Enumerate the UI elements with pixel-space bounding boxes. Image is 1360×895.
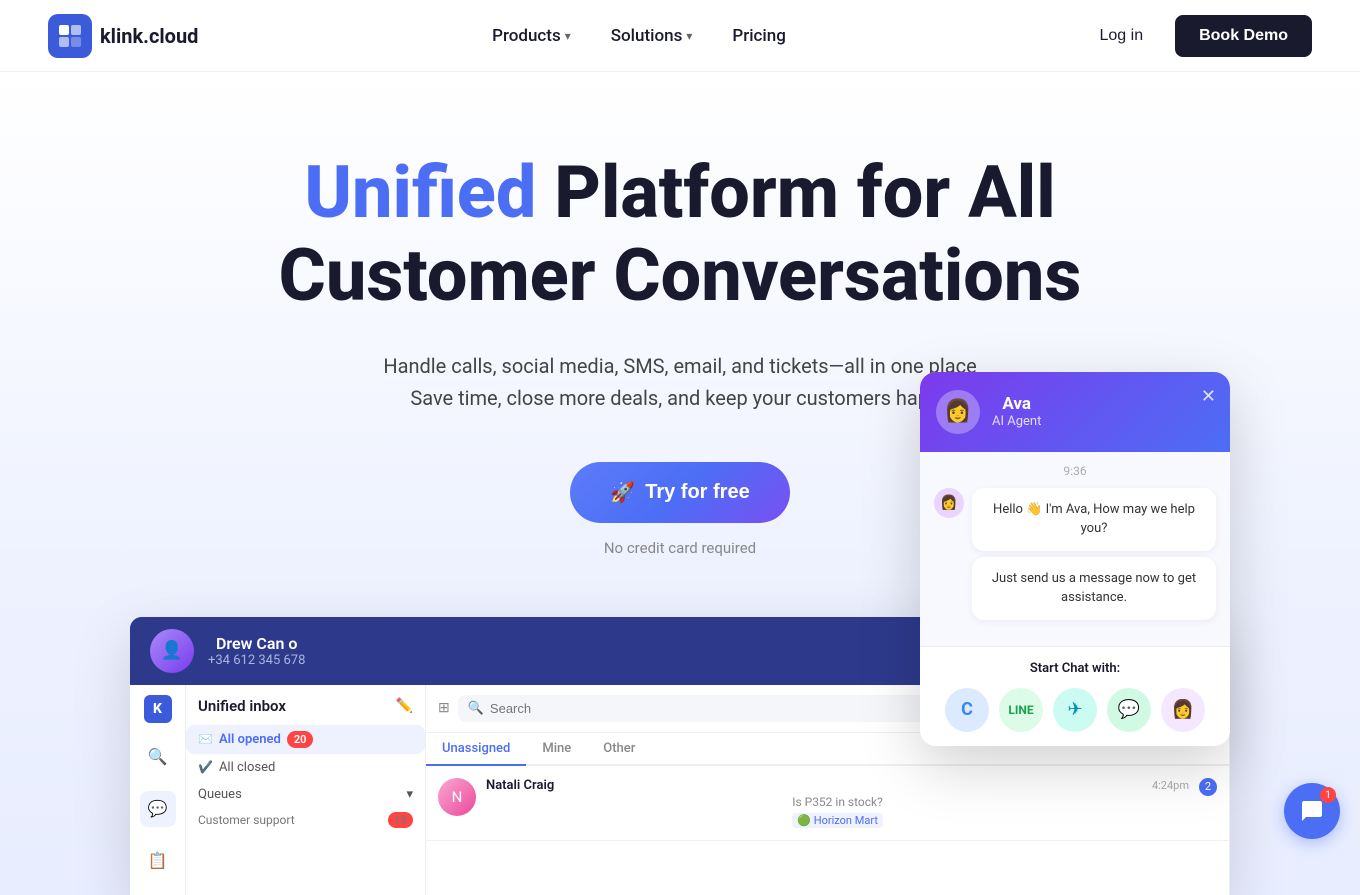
search-icon: 🔍 [468,701,484,716]
nav-center: Products ▾ Solutions ▾ Pricing [476,18,802,54]
chat-widget-header: 👩 Ava AI Agent ✕ [920,372,1230,452]
nav-solutions[interactable]: Solutions ▾ [595,18,709,54]
logo-link[interactable]: klink.cloud [48,14,198,58]
hero-sub-line2: Save time, close more deals, and keep yo… [410,386,949,410]
chat-time: 9:36 [934,464,1216,478]
sidebar-mini: K 🔍 💬 📋 [130,685,186,895]
caller-info: Drew Can o +34 612 345 678 [208,634,305,668]
navbar: klink.cloud Products ▾ Solutions ▾ Prici… [0,0,1360,72]
all-closed-label: All closed [219,760,275,775]
inbox-sidebar: Unified inbox ✏️ ✉️ All opened 20 ✔️ All… [186,685,426,895]
compose-icon[interactable]: ✏️ [396,698,413,714]
chat-msg-2: Just send us a message now to get assist… [972,557,1216,620]
chat-agent-avatar: 👩 [936,390,980,434]
login-button[interactable]: Log in [1080,17,1164,55]
check-icon: ✔️ [198,760,213,774]
channel-icon-agent[interactable]: 👩 [1161,688,1205,732]
all-closed-filter[interactable]: ✔️ All closed [186,754,425,781]
message-preview: Is P352 in stock? [486,795,1189,809]
tab-other[interactable]: Other [587,733,651,766]
message-content: Natali Craig 4:24pm Is P352 in stock? 🟢 … [486,778,1189,828]
chat-msg-1: Hello 👋 I'm Ava, How may we help you? [972,488,1216,551]
chat-float-badge: 1 [1320,787,1336,803]
tab-unassigned[interactable]: Unassigned [426,733,526,766]
chat-agent-role: AI Agent [992,414,1041,429]
nav-right: Log in Book Demo [1080,15,1313,57]
chat-footer: Start Chat with: C LINE ✈ 💬 👩 [920,646,1230,746]
app-preview: 👤 Drew Can o +34 612 345 678 Ringing K 🔍 [130,617,1230,895]
no-card-text: No credit card required [604,539,756,557]
queues-label: Queues [198,787,242,802]
nav-solutions-label: Solutions [611,26,683,46]
chat-bot-avatar: 👩 [934,488,964,518]
chat-channels: C LINE ✈ 💬 👩 [936,688,1214,732]
nav-pricing-label: Pricing [732,26,786,46]
chat-float-button[interactable]: 1 [1284,783,1340,839]
rocket-icon: 🚀 [610,480,635,505]
channel-icon-telegram[interactable]: ✈ [1053,688,1097,732]
try-free-button[interactable]: 🚀 Try for free [570,462,789,523]
grid-icon[interactable]: ⊞ [438,700,450,716]
start-chat-label: Start Chat with: [936,661,1214,676]
caller-avatar: 👤 [150,629,194,673]
caller-name: Drew Can o [208,634,305,653]
queues-chevron-icon: ▾ [406,787,413,802]
chat-message-row: 👩 Hello 👋 I'm Ava, How may we help you? … [934,488,1216,626]
message-source-text: Horizon Mart [814,814,878,827]
channel-icon-line[interactable]: LINE [999,688,1043,732]
chat-widget: 👩 Ava AI Agent ✕ 9:36 👩 Hello 👋 I'm Ava,… [920,372,1230,746]
try-free-label: Try for free [645,481,749,504]
inbox-title-row: Unified inbox ✏️ [186,697,425,725]
message-avatar: N [438,778,476,816]
sidebar-search-icon[interactable]: 🔍 [140,739,176,775]
chat-close-button[interactable]: ✕ [1201,386,1216,407]
channel-icon-c[interactable]: C [945,688,989,732]
whatsapp-icon: 🟢 [797,814,811,827]
all-opened-label: All opened [219,732,281,747]
message-header: Natali Craig 4:24pm [486,778,1189,793]
nav-products-label: Products [492,26,561,46]
customer-support-label: Customer support [198,813,295,827]
tab-mine[interactable]: Mine [526,733,587,766]
hero-title-highlight: Unified [304,150,536,235]
message-sender-name: Natali Craig [486,778,554,793]
call-bar-left: 👤 Drew Can o +34 612 345 678 [150,629,305,673]
chat-messages-stack: Hello 👋 I'm Ava, How may we help you? Ju… [972,488,1216,626]
message-time: 4:24pm [1152,779,1189,792]
solutions-chevron-icon: ▾ [686,29,692,43]
app-logo-small: K [144,695,172,723]
opened-count-badge: 20 [287,731,314,748]
caller-phone: +34 612 345 678 [208,653,305,668]
hero-title: Unified Platform for All Customer Conver… [230,152,1130,318]
message-item[interactable]: N Natali Craig 4:24pm Is P352 in stock? … [426,766,1229,841]
nav-pricing[interactable]: Pricing [716,18,802,54]
message-count-badge: 2 [1199,778,1217,796]
hero-sub-line1: Handle calls, social media, SMS, email, … [383,354,976,378]
envelope-icon: ✉️ [198,732,213,746]
all-opened-filter[interactable]: ✉️ All opened 20 [186,725,425,754]
queues-row[interactable]: Queues ▾ [186,781,425,808]
chat-body: 9:36 👩 Hello 👋 I'm Ava, How may we help … [920,452,1230,646]
customer-support-row[interactable]: Customer support 19 [186,808,425,832]
chat-agent-name: Ava [992,394,1041,414]
products-chevron-icon: ▾ [565,29,571,43]
nav-products[interactable]: Products ▾ [476,18,587,54]
message-source: 🟢 Horizon Mart [792,813,883,828]
channel-icon-whatsapp[interactable]: 💬 [1107,688,1151,732]
sidebar-inbox-icon[interactable]: 💬 [140,791,176,827]
hero-section: Unified Platform for All Customer Conver… [0,72,1360,895]
chat-agent-info: Ava AI Agent [992,394,1041,429]
book-demo-button[interactable]: Book Demo [1175,15,1312,57]
customer-support-count: 19 [388,812,414,828]
logo-text: klink.cloud [100,24,198,48]
logo-icon [48,14,92,58]
inbox-title-text: Unified inbox [198,697,286,715]
sidebar-tickets-icon[interactable]: 📋 [140,843,176,879]
